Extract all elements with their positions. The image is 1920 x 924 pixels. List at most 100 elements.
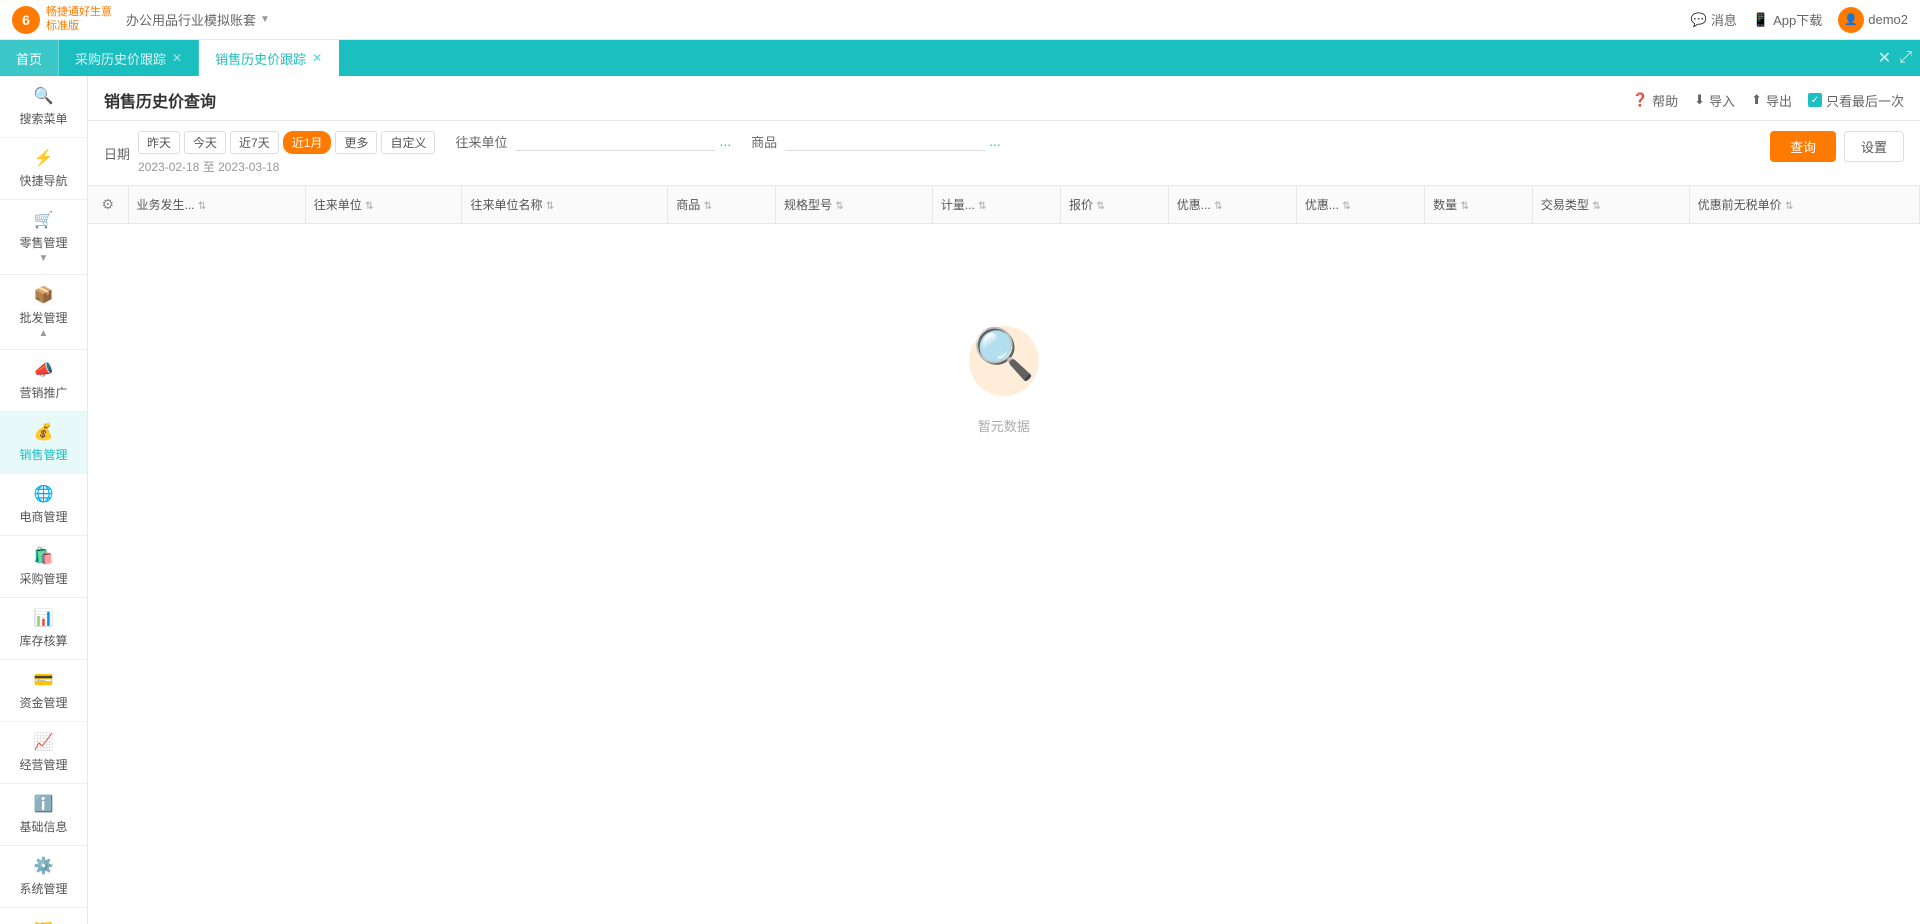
top-bar-left: 6 畅捷通好生意 标准版 办公用品行业模拟账套 ▼ [12, 6, 276, 34]
sidebar-item-marketing[interactable]: 📣 营销推广 [0, 350, 87, 412]
logo-text: 畅捷通好生意 标准版 [46, 6, 112, 32]
sidebar: 🔍 搜索菜单 ⚡ 快捷导航 🛒 零售管理 ▼ 📦 批发管理 ▲ 📣 营销推广 💰… [0, 76, 88, 924]
col-quote[interactable]: 报价 ⇅ [1060, 186, 1168, 224]
col-qty[interactable]: 数量 ⇅ [1425, 186, 1533, 224]
col-counterparty-label: 往来单位 [314, 198, 362, 212]
date-filter-group: 日期 昨天 今天 近7天 近1月 更多 自定义 2023-02-18 至 202… [104, 131, 435, 175]
col-pretax-price[interactable]: 优惠前无税单价 ⇅ [1689, 186, 1919, 224]
help-button[interactable]: ❓ 帮助 [1632, 91, 1678, 110]
col-qty-label: 数量 [1433, 198, 1457, 212]
date-btn-today[interactable]: 今天 [184, 131, 226, 154]
tab-bar-actions: ✕ ⤢ [1870, 40, 1920, 76]
app-selector[interactable]: 办公用品行业模拟账套 ▼ [120, 8, 276, 31]
sidebar-item-search[interactable]: 🔍 搜索菜单 [0, 76, 87, 138]
nav-icon: ⚡ [34, 148, 54, 168]
username-label: demo2 [1868, 12, 1908, 27]
help-icon: ❓ [1632, 92, 1648, 108]
sidebar-item-system[interactable]: ⚙️ 系统管理 [0, 846, 87, 908]
sidebar-item-purchase[interactable]: 🛍️ 采购管理 [0, 536, 87, 598]
date-filter-wrapper: 昨天 今天 近7天 近1月 更多 自定义 2023-02-18 至 2023-0… [138, 131, 435, 175]
col-counterparty-name[interactable]: 往来单位名称 ⇅ [462, 186, 668, 224]
gear-icon: ⚙ [101, 196, 114, 212]
col-spec-label: 规格型号 [784, 198, 832, 212]
app-download-button[interactable]: 📱 App下载 [1753, 10, 1822, 29]
col-gear[interactable]: ⚙ [88, 186, 128, 224]
tab-purchase[interactable]: 采购历史价跟踪 ✕ [59, 40, 199, 76]
collab-icon: 🤝 [34, 918, 54, 924]
avatar: 👤 [1838, 7, 1864, 33]
sidebar-item-inventory[interactable]: 📊 库存核算 [0, 598, 87, 660]
sidebar-item-wholesale[interactable]: 📦 批发管理 ▲ [0, 275, 87, 350]
dropdown-arrow-icon: ▼ [260, 14, 270, 25]
sort-icon: ⇅ [365, 201, 373, 212]
system-icon: ⚙️ [34, 856, 54, 876]
col-product-label: 商品 [676, 198, 700, 212]
logo-area: 6 畅捷通好生意 标准版 [12, 6, 112, 34]
sidebar-item-collab[interactable]: 🤝 企业协同 [0, 908, 87, 924]
sidebar-inventory-label: 库存核算 [19, 632, 67, 649]
sidebar-item-management[interactable]: 📈 经营管理 [0, 722, 87, 784]
col-discount1-label: 优惠... [1177, 198, 1211, 212]
tab-home[interactable]: 首页 [0, 40, 59, 76]
col-biz-date-label: 业务发生... [137, 198, 195, 212]
sidebar-item-retail[interactable]: 🛒 零售管理 ▼ [0, 200, 87, 275]
page-actions: ❓ 帮助 ⬇ 导入 ⬆ 导出 ✓ 只看最后一次 [1632, 91, 1904, 110]
counterparty-label: 往来单位 [455, 132, 507, 151]
wholesale-arrow-icon: ▲ [39, 328, 49, 339]
col-biz-date[interactable]: 业务发生... ⇅ [128, 186, 305, 224]
tab-sales-label: 销售历史价跟踪 [215, 49, 306, 68]
inventory-icon: 📊 [34, 608, 54, 628]
sidebar-item-finance[interactable]: 💳 资金管理 [0, 660, 87, 722]
retail-arrow-icon: ▼ [39, 253, 49, 264]
col-discount2[interactable]: 优惠... ⇅ [1296, 186, 1424, 224]
col-trade-type[interactable]: 交易类型 ⇅ [1532, 186, 1689, 224]
tab-sales[interactable]: 销售历史价跟踪 ✕ [199, 40, 339, 76]
counterparty-ellipsis-button[interactable]: ... [719, 133, 731, 149]
message-icon: 💬 [1691, 12, 1707, 28]
page-title: 销售历史价查询 [104, 88, 216, 112]
sidebar-item-nav[interactable]: ⚡ 快捷导航 [0, 138, 87, 200]
export-label: 导出 [1766, 91, 1792, 110]
message-button[interactable]: 💬 消息 [1691, 10, 1737, 29]
col-discount1[interactable]: 优惠... ⇅ [1168, 186, 1296, 224]
only-last-label: 只看最后一次 [1826, 91, 1904, 110]
date-btn-more[interactable]: 更多 [335, 131, 377, 154]
sidebar-item-ecommerce[interactable]: 🌐 电商管理 [0, 474, 87, 536]
sort-icon: ⇅ [1592, 201, 1600, 212]
col-spec[interactable]: 规格型号 ⇅ [776, 186, 933, 224]
import-button[interactable]: ⬇ 导入 [1694, 91, 1735, 110]
date-btn-custom[interactable]: 自定义 [381, 131, 435, 154]
sidebar-sales-label: 销售管理 [19, 446, 67, 463]
tab-maximize-icon[interactable]: ⤢ [1899, 49, 1912, 67]
date-btn-yesterday[interactable]: 昨天 [138, 131, 180, 154]
filter-bar: 日期 昨天 今天 近7天 近1月 更多 自定义 2023-02-18 至 202… [88, 121, 1920, 186]
app-name: 办公用品行业模拟账套 [126, 10, 256, 29]
sidebar-ecommerce-label: 电商管理 [19, 508, 67, 525]
sidebar-system-label: 系统管理 [19, 880, 67, 897]
product-input[interactable] [785, 131, 985, 151]
checkbox-icon: ✓ [1808, 93, 1822, 107]
date-btn-7days[interactable]: 近7天 [230, 131, 279, 154]
product-ellipsis-button[interactable]: ... [989, 133, 1001, 149]
col-unit[interactable]: 计量... ⇅ [932, 186, 1060, 224]
counterparty-filter-group: 往来单位 ... [455, 131, 731, 151]
sort-icon: ⇅ [1460, 201, 1468, 212]
sidebar-item-basic[interactable]: ℹ️ 基础信息 [0, 784, 87, 846]
tab-sales-close-icon[interactable]: ✕ [312, 51, 322, 65]
col-product[interactable]: 商品 ⇅ [668, 186, 776, 224]
export-button[interactable]: ⬆ 导出 [1751, 91, 1792, 110]
empty-text: 暂元数据 [978, 416, 1030, 435]
query-button[interactable]: 查询 [1770, 131, 1836, 162]
setting-button[interactable]: 设置 [1844, 131, 1904, 162]
sidebar-item-sales[interactable]: 💰 销售管理 [0, 412, 87, 474]
col-counterparty[interactable]: 往来单位 ⇅ [305, 186, 462, 224]
counterparty-input[interactable] [515, 131, 715, 151]
main-layout: 🔍 搜索菜单 ⚡ 快捷导航 🛒 零售管理 ▼ 📦 批发管理 ▲ 📣 营销推广 💰… [0, 76, 1920, 924]
table-header-row: ⚙ 业务发生... ⇅ 往来单位 ⇅ 往来单位名称 ⇅ [88, 186, 1920, 224]
tab-purchase-close-icon[interactable]: ✕ [172, 51, 182, 65]
only-last-checkbox[interactable]: ✓ 只看最后一次 [1808, 91, 1904, 110]
tab-home-label: 首页 [16, 49, 42, 68]
tab-close-all-icon[interactable]: ✕ [1878, 48, 1891, 68]
user-avatar[interactable]: 👤 demo2 [1838, 7, 1908, 33]
date-btn-1month[interactable]: 近1月 [283, 131, 332, 154]
